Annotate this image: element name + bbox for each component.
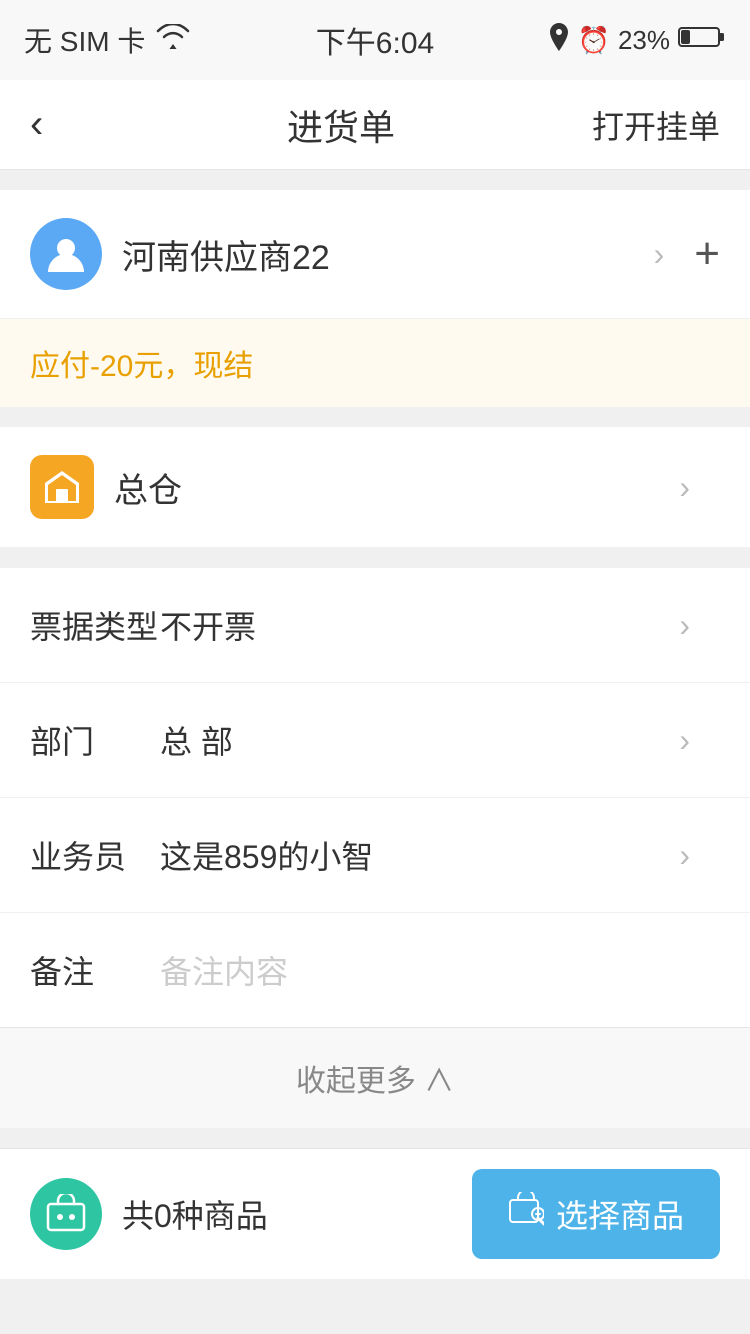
salesperson-label: 业务员 bbox=[30, 832, 160, 878]
section-gap-1 bbox=[0, 170, 750, 190]
notice-banner: 应付-20元，现结 bbox=[0, 319, 750, 407]
supplier-name: 河南供应商22 bbox=[122, 230, 654, 279]
remark-row[interactable]: 备注 备注内容 bbox=[0, 912, 750, 1027]
warehouse-icon bbox=[30, 455, 94, 519]
invoice-type-row[interactable]: 票据类型 不开票 › bbox=[0, 567, 750, 682]
open-pending-button[interactable]: 打开挂单 bbox=[592, 102, 720, 148]
supplier-row[interactable]: 河南供应商22 › + bbox=[0, 190, 750, 319]
collapse-button[interactable]: 收起更多 ∧ bbox=[0, 1027, 750, 1128]
warehouse-card: 总仓 › bbox=[0, 427, 750, 547]
add-supplier-button[interactable]: + bbox=[694, 232, 720, 276]
department-label: 部门 bbox=[30, 717, 160, 763]
invoice-type-label: 票据类型 bbox=[30, 602, 160, 648]
invoice-type-chevron: › bbox=[679, 607, 690, 644]
section-gap-2 bbox=[0, 407, 750, 427]
bottom-bar: 共0种商品 选择商品 bbox=[0, 1148, 750, 1279]
warehouse-name: 总仓 bbox=[114, 463, 679, 512]
status-right: ⏰ 23% bbox=[548, 23, 726, 58]
product-count-icon bbox=[30, 1178, 102, 1250]
battery-icon bbox=[678, 24, 726, 57]
carrier-text: 无 SIM 卡 bbox=[24, 20, 145, 60]
salesperson-row[interactable]: 业务员 这是859的小智 › bbox=[0, 797, 750, 912]
warehouse-row[interactable]: 总仓 › bbox=[0, 427, 750, 547]
department-chevron: › bbox=[679, 722, 690, 759]
invoice-type-value: 不开票 bbox=[160, 602, 679, 648]
select-product-icon bbox=[508, 1192, 544, 1236]
product-count-text: 共0种商品 bbox=[122, 1191, 472, 1237]
form-card: 票据类型 不开票 › 部门 总 部 › 业务员 这是859的小智 › 备注 备注… bbox=[0, 567, 750, 1128]
supplier-card: 河南供应商22 › + 应付-20元，现结 bbox=[0, 190, 750, 407]
department-value: 总 部 bbox=[160, 717, 679, 763]
status-time: 下午6:04 bbox=[316, 18, 434, 62]
section-gap-4 bbox=[0, 1128, 750, 1148]
supplier-avatar bbox=[30, 218, 102, 290]
salesperson-value: 这是859的小智 bbox=[160, 832, 679, 878]
nav-bar: ‹ 进货单 打开挂单 bbox=[0, 80, 750, 170]
status-bar: 无 SIM 卡 下午6:04 ⏰ 23% bbox=[0, 0, 750, 80]
wifi-icon bbox=[155, 24, 191, 57]
back-button[interactable]: ‹ bbox=[30, 102, 90, 147]
department-row[interactable]: 部门 总 部 › bbox=[0, 682, 750, 797]
remark-placeholder[interactable]: 备注内容 bbox=[160, 947, 720, 993]
section-gap-3 bbox=[0, 547, 750, 567]
battery-text: 23% bbox=[618, 25, 670, 56]
status-left: 无 SIM 卡 bbox=[24, 20, 191, 60]
page-title: 进货单 bbox=[287, 99, 395, 151]
remark-label: 备注 bbox=[30, 947, 160, 993]
location-icon bbox=[548, 23, 570, 58]
warehouse-chevron-icon: › bbox=[679, 469, 690, 506]
page: 无 SIM 卡 下午6:04 ⏰ 23% bbox=[0, 0, 750, 1334]
alarm-icon: ⏰ bbox=[578, 25, 610, 56]
chevron-right-icon: › bbox=[654, 236, 665, 273]
salesperson-chevron: › bbox=[679, 837, 690, 874]
select-product-button[interactable]: 选择商品 bbox=[472, 1169, 720, 1259]
notice-text: 应付-20元，现结 bbox=[30, 350, 253, 383]
select-product-label: 选择商品 bbox=[556, 1191, 684, 1237]
